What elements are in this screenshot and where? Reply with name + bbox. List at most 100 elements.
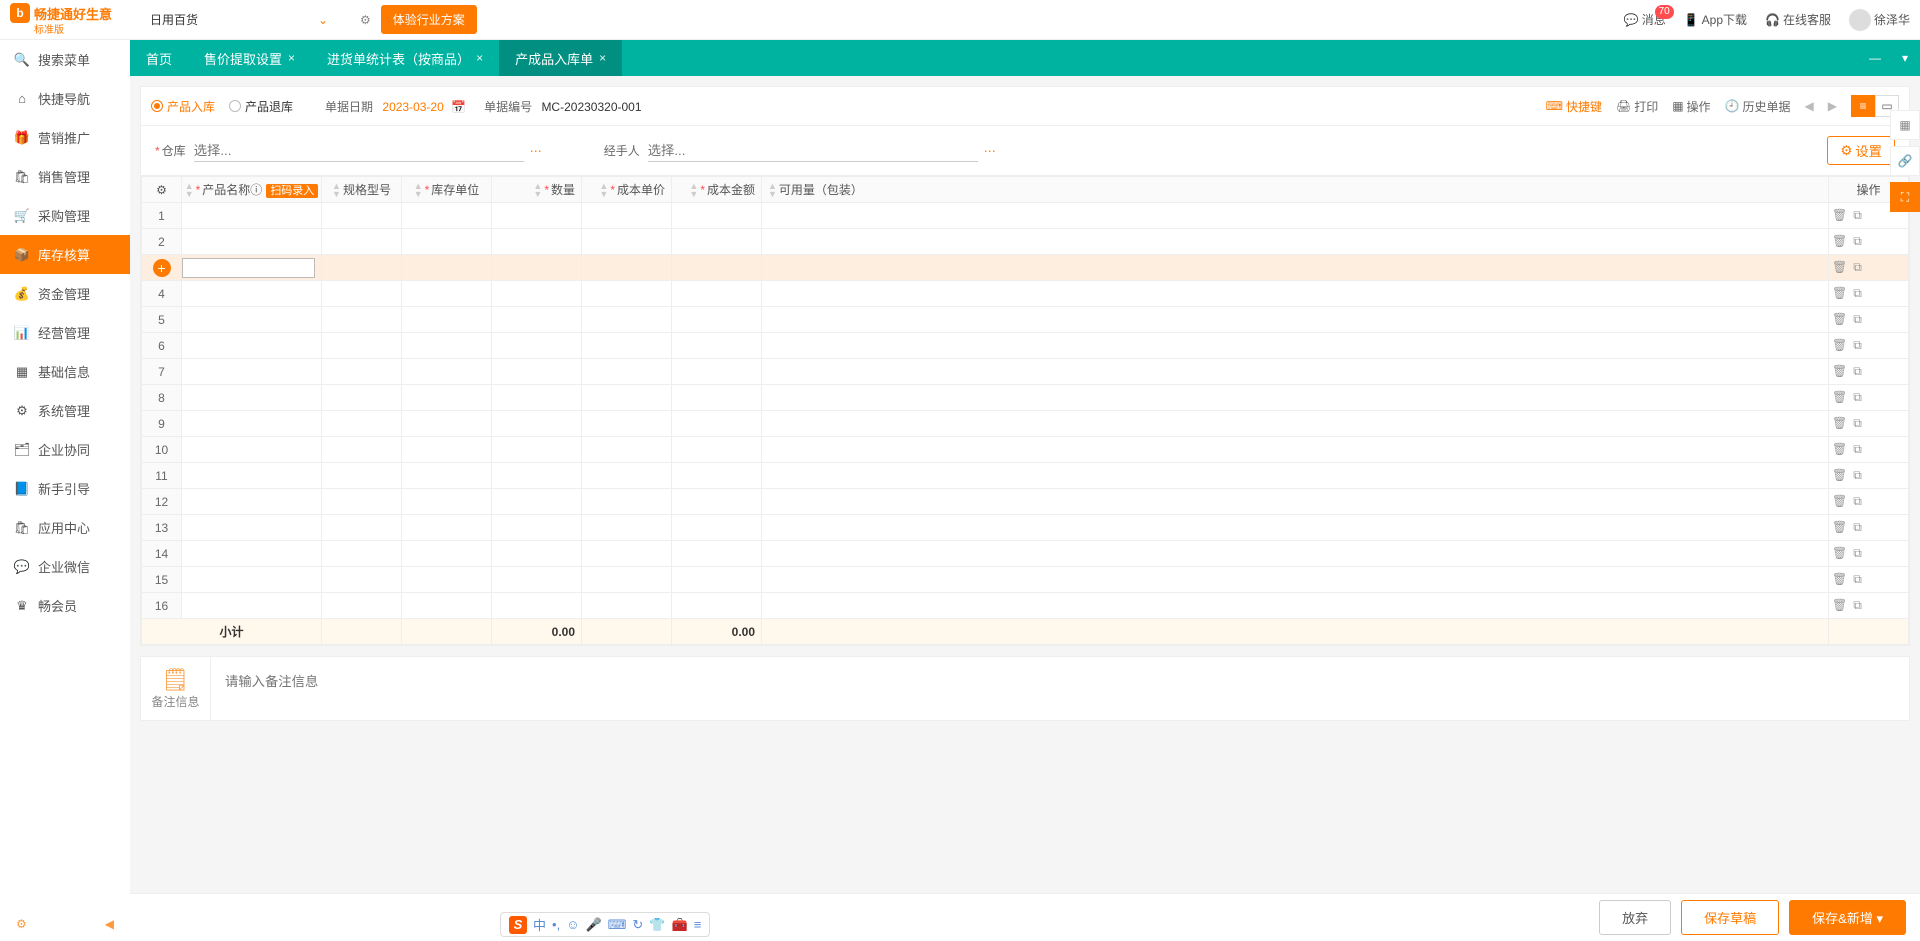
cell-avail[interactable] <box>762 463 1829 489</box>
cell-spec[interactable] <box>322 229 402 255</box>
cell-price[interactable] <box>582 567 672 593</box>
cell-qty[interactable] <box>492 515 582 541</box>
cell-unit[interactable] <box>402 411 492 437</box>
sidebar-item-2[interactable]: 🎁营销推广 <box>0 118 130 157</box>
table-row[interactable]: 11🗑⧉ <box>142 463 1909 489</box>
table-row[interactable]: 5🗑⧉ <box>142 307 1909 333</box>
delete-row-icon[interactable]: 🗑 <box>1832 260 1847 274</box>
remark-input[interactable] <box>211 657 1909 720</box>
history-link[interactable]: 🕘历史单据 <box>1725 98 1791 115</box>
cell-qty[interactable] <box>492 593 582 619</box>
cell-price[interactable] <box>582 385 672 411</box>
prev-doc-button[interactable]: ◀ <box>1805 99 1814 113</box>
cell-price[interactable] <box>582 333 672 359</box>
cell-spec[interactable] <box>322 281 402 307</box>
cell-price[interactable] <box>582 255 672 281</box>
cell-amount[interactable] <box>672 437 762 463</box>
cell-qty[interactable] <box>492 411 582 437</box>
cell-name[interactable] <box>182 411 322 437</box>
col-unit[interactable]: ▲▼*库存单位 <box>402 177 492 203</box>
cell-avail[interactable] <box>762 333 1829 359</box>
sidebar-item-13[interactable]: 💬企业微信 <box>0 547 130 586</box>
cell-spec[interactable] <box>322 359 402 385</box>
radio-product-out[interactable]: 产品退库 <box>229 98 293 115</box>
rail-layout-icon[interactable]: ▦ <box>1890 110 1920 140</box>
ime-mic-icon[interactable]: 🎤 <box>585 917 601 933</box>
table-row[interactable]: 14🗑⧉ <box>142 541 1909 567</box>
table-row[interactable]: 4🗑⧉ <box>142 281 1909 307</box>
cell-avail[interactable] <box>762 203 1829 229</box>
cell-unit[interactable] <box>402 385 492 411</box>
cell-amount[interactable] <box>672 463 762 489</box>
delete-row-icon[interactable]: 🗑 <box>1832 416 1847 430</box>
cell-name[interactable] <box>182 229 322 255</box>
cell-price[interactable] <box>582 463 672 489</box>
sidebar-item-12[interactable]: 🛍应用中心 <box>0 508 130 547</box>
cell-qty[interactable] <box>492 203 582 229</box>
cell-qty[interactable] <box>492 437 582 463</box>
app-download-link[interactable]: 📱 App下载 <box>1684 11 1747 28</box>
cell-name[interactable] <box>182 281 322 307</box>
next-doc-button[interactable]: ▶ <box>1828 99 1837 113</box>
cell-price[interactable] <box>582 593 672 619</box>
tab-2[interactable]: 进货单统计表（按商品）× <box>311 40 499 76</box>
sidebar-item-1[interactable]: ⌂快捷导航 <box>0 79 130 118</box>
sidebar-item-10[interactable]: 🗂企业协同 <box>0 430 130 469</box>
cell-price[interactable] <box>582 515 672 541</box>
copy-row-icon[interactable]: ⧉ <box>1853 572 1862 586</box>
cell-price[interactable] <box>582 437 672 463</box>
sidebar-item-3[interactable]: 🛍销售管理 <box>0 157 130 196</box>
cell-avail[interactable] <box>762 281 1829 307</box>
cell-price[interactable] <box>582 411 672 437</box>
copy-row-icon[interactable]: ⧉ <box>1853 468 1862 482</box>
table-row[interactable]: 2🗑⧉ <box>142 229 1909 255</box>
cell-spec[interactable] <box>322 385 402 411</box>
ime-toolbar[interactable]: S 中 •, ☺ 🎤 ⌨ ↻ 👕 🧰 ≡ <box>500 912 710 937</box>
cell-avail[interactable] <box>762 307 1829 333</box>
cell-name[interactable] <box>182 385 322 411</box>
cell-name[interactable] <box>182 359 322 385</box>
delete-row-icon[interactable]: 🗑 <box>1832 442 1847 456</box>
rail-expand-icon[interactable]: ⛶ <box>1890 182 1920 212</box>
cell-qty[interactable] <box>492 229 582 255</box>
col-qty[interactable]: ▲▼*数量 <box>492 177 582 203</box>
cell-spec[interactable] <box>322 437 402 463</box>
cell-name[interactable] <box>182 307 322 333</box>
col-amount[interactable]: ▲▼*成本金额 <box>672 177 762 203</box>
cell-name[interactable] <box>182 567 322 593</box>
cell-spec[interactable] <box>322 255 402 281</box>
cell-avail[interactable] <box>762 255 1829 281</box>
copy-row-icon[interactable]: ⧉ <box>1853 234 1862 248</box>
cell-amount[interactable] <box>672 411 762 437</box>
view-list-button[interactable]: ≡ <box>1851 95 1875 117</box>
cell-amount[interactable] <box>672 489 762 515</box>
add-row-icon[interactable]: + <box>153 259 171 277</box>
ime-tool-icon[interactable]: 🧰 <box>672 917 688 933</box>
ime-menu-icon[interactable]: ≡ <box>694 917 702 932</box>
delete-row-icon[interactable]: 🗑 <box>1832 338 1847 352</box>
copy-row-icon[interactable]: ⧉ <box>1853 286 1862 300</box>
cell-qty[interactable] <box>492 333 582 359</box>
tab-menu-button[interactable]: ▾ <box>1890 40 1920 76</box>
cell-name[interactable] <box>182 203 322 229</box>
cell-avail[interactable] <box>762 515 1829 541</box>
sidebar-item-7[interactable]: 📊经营管理 <box>0 313 130 352</box>
user-menu[interactable]: 徐泽华 <box>1849 9 1910 31</box>
delete-row-icon[interactable]: 🗑 <box>1832 468 1847 482</box>
cell-avail[interactable] <box>762 489 1829 515</box>
handler-more-icon[interactable]: ⋯ <box>984 144 998 158</box>
cell-name[interactable] <box>182 255 322 281</box>
handler-input[interactable] <box>648 140 978 162</box>
cell-name[interactable] <box>182 593 322 619</box>
product-name-input[interactable] <box>182 258 315 278</box>
sidebar-item-11[interactable]: 📘新手引导 <box>0 469 130 508</box>
cell-spec[interactable] <box>322 567 402 593</box>
cell-amount[interactable] <box>672 593 762 619</box>
cell-qty[interactable] <box>492 463 582 489</box>
cell-unit[interactable] <box>402 437 492 463</box>
sidebar-item-14[interactable]: ♛畅会员 <box>0 586 130 625</box>
copy-row-icon[interactable]: ⧉ <box>1853 312 1862 326</box>
delete-row-icon[interactable]: 🗑 <box>1832 208 1847 222</box>
cell-name[interactable] <box>182 437 322 463</box>
copy-row-icon[interactable]: ⧉ <box>1853 390 1862 404</box>
